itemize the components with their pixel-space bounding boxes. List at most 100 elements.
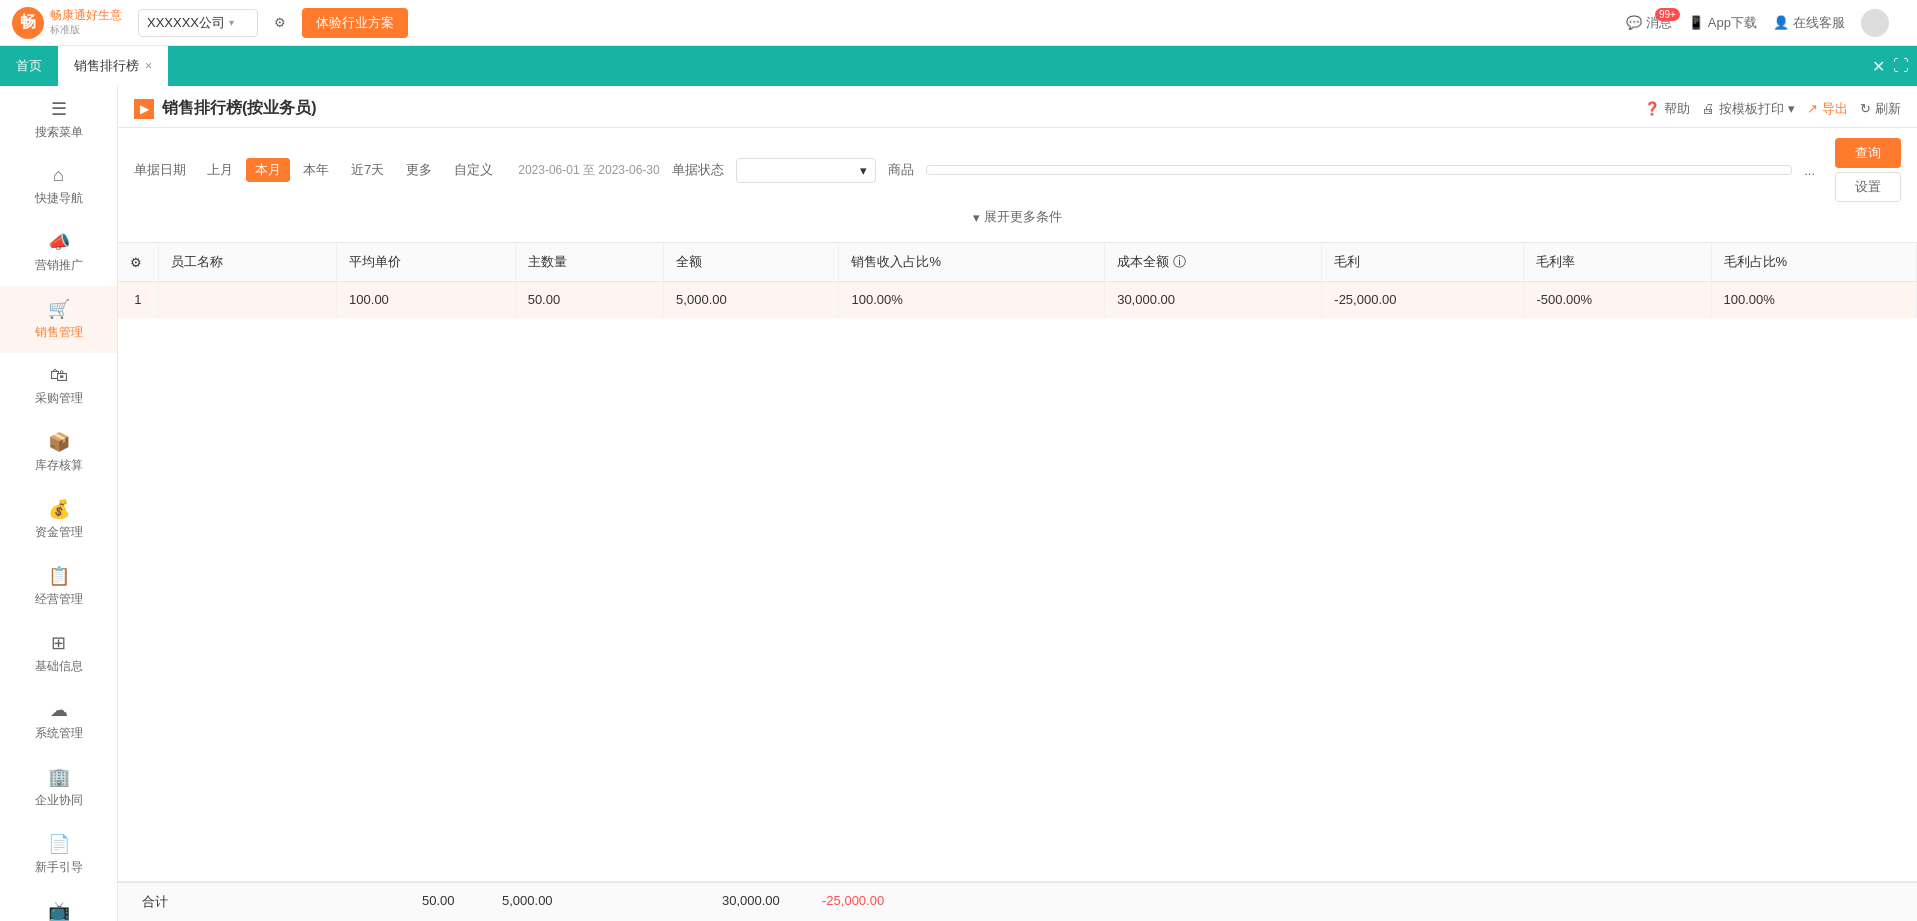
finance-icon: 💰	[48, 498, 70, 520]
th-profit: 毛利	[1322, 243, 1524, 282]
sidebar-item-guide[interactable]: 📄 新手引导	[0, 821, 117, 888]
page-actions: ❓ 帮助 🖨 按模板打印 ▾ ↗ 导出 ↻ 刷新	[1644, 100, 1901, 118]
avatar[interactable]	[1861, 9, 1889, 37]
tab-close-icon[interactable]: ×	[145, 59, 152, 73]
tab-sales-ranking[interactable]: 销售排行榜 ×	[58, 46, 168, 86]
company-select[interactable]: XXXXXX公司 ▾	[138, 9, 258, 37]
app-icon: 📱	[1688, 15, 1704, 30]
refresh-button[interactable]: ↻ 刷新	[1860, 100, 1901, 118]
page-header: ▶ 销售排行榜(按业务员) ❓ 帮助 🖨 按模板打印 ▾ ↗ 导出	[118, 86, 1917, 128]
date-btn-custom[interactable]: 自定义	[445, 158, 502, 182]
help-icon: ❓	[1644, 101, 1660, 116]
sidebar-label-search-order: 搜索菜单	[35, 124, 83, 141]
sidebar-item-quick-nav[interactable]: ⌂ 快捷导航	[0, 153, 117, 219]
footer-profit: -25,000.00	[810, 893, 910, 911]
sidebar-label-basic: 基础信息	[35, 658, 83, 675]
search-order-icon: ☰	[51, 98, 67, 120]
th-total: 全额	[664, 243, 839, 282]
td-employee-name	[158, 282, 337, 318]
message-icon: 💬	[1626, 15, 1642, 30]
nav-right: ✕ ⛶	[1872, 57, 1917, 76]
maximize-icon[interactable]: ⛶	[1893, 57, 1909, 75]
sidebar-label-finance: 资金管理	[35, 524, 83, 541]
settings-button[interactable]: 设置	[1835, 172, 1901, 202]
online-service-button[interactable]: 👤 在线客服	[1773, 14, 1845, 32]
sidebar-item-basic[interactable]: ⊞ 基础信息	[0, 620, 117, 687]
sidebar-item-finance[interactable]: 💰 资金管理	[0, 486, 117, 553]
sidebar-item-appstore[interactable]: 📺 应用中心	[0, 888, 117, 921]
date-filter-label: 单据日期	[134, 161, 186, 179]
logo-area: 畅 畅康通好生意 标准版	[12, 7, 130, 39]
sidebar: ☰ 搜索菜单 ⌂ 快捷导航 📣 营销推广 🛒 销售管理 🛍 采购管理 📦 库存核…	[0, 86, 118, 921]
app-download-button[interactable]: 📱 App下载	[1688, 14, 1757, 32]
sidebar-item-purchase[interactable]: 🛍 采购管理	[0, 353, 117, 419]
date-btn-last-month[interactable]: 上月	[198, 158, 242, 182]
print-dropdown-icon: ▾	[1788, 101, 1795, 116]
more-filter-btn[interactable]: ...	[1804, 163, 1815, 178]
print-icon: 🖨	[1702, 101, 1715, 116]
sidebar-label-system: 系统管理	[35, 725, 83, 742]
td-cost: 30,000.00	[1105, 282, 1322, 318]
td-profit: -25,000.00	[1322, 282, 1524, 318]
message-button[interactable]: 💬 消息 99+	[1626, 14, 1672, 32]
refresh-icon: ↻	[1860, 101, 1871, 116]
top-bar: 畅 畅康通好生意 标准版 XXXXXX公司 ▾ ⚙ 体验行业方案 💬 消息 99…	[0, 0, 1917, 46]
close-window-icon[interactable]: ✕	[1872, 57, 1885, 76]
sidebar-label-sales: 销售管理	[35, 324, 83, 341]
sidebar-item-system[interactable]: ☁ 系统管理	[0, 687, 117, 754]
print-button[interactable]: 🖨 按模板打印 ▾	[1702, 100, 1795, 118]
td-avg-price: 100.00	[337, 282, 516, 318]
sidebar-item-marketing[interactable]: 📣 营销推广	[0, 219, 117, 286]
expand-icon[interactable]: ▶	[134, 99, 154, 119]
home-tab-label: 首页	[16, 57, 42, 75]
main-content: ☰ 搜索菜单 ⌂ 快捷导航 📣 营销推广 🛒 销售管理 🛍 采购管理 📦 库存核…	[0, 86, 1917, 921]
app-label: App下载	[1708, 14, 1757, 32]
tab-home[interactable]: 首页	[0, 46, 58, 86]
status-select-chevron: ▾	[860, 163, 867, 178]
sidebar-item-sales[interactable]: 🛒 销售管理	[0, 286, 117, 353]
filter-bar: 单据日期 上月 本月 本年 近7天 更多 自定义 2023-06-01 至 20…	[118, 128, 1917, 243]
quick-nav-icon: ⌂	[53, 165, 64, 186]
enterprise-icon: 🏢	[48, 766, 70, 788]
sidebar-item-search-order[interactable]: ☰ 搜索菜单	[0, 86, 117, 153]
footer-sales-pct	[590, 893, 710, 911]
logo-icon: 畅	[12, 7, 44, 39]
data-table: ⚙ 员工名称 平均单价 主数量 全额 销售收入占比% 成本全额 ⓘ 毛利 毛利率…	[118, 243, 1917, 318]
sidebar-item-inventory[interactable]: 📦 库存核算	[0, 419, 117, 486]
footer-label: 合计	[130, 893, 330, 911]
expand-label: 展开更多条件	[984, 208, 1062, 226]
logo-text: 畅康通好生意	[50, 8, 122, 24]
date-btn-7days[interactable]: 近7天	[342, 158, 393, 182]
search-button[interactable]: 查询	[1835, 138, 1901, 168]
date-btn-more[interactable]: 更多	[397, 158, 441, 182]
sales-icon: 🛒	[48, 298, 70, 320]
filter-row: 单据日期 上月 本月 本年 近7天 更多 自定义 2023-06-01 至 20…	[134, 138, 1901, 202]
service-label: 在线客服	[1793, 14, 1845, 32]
trial-button[interactable]: 体验行业方案	[302, 8, 408, 38]
help-button[interactable]: ❓ 帮助	[1644, 100, 1690, 118]
date-range-display: 2023-06-01 至 2023-06-30	[518, 162, 659, 179]
td-profit-pct: 100.00%	[1711, 282, 1916, 318]
purchase-icon: 🛍	[50, 365, 68, 386]
sidebar-label-purchase: 采购管理	[35, 390, 83, 407]
settings-icon-btn[interactable]: ⚙	[266, 9, 294, 37]
operations-icon: 📋	[48, 565, 70, 587]
export-button[interactable]: ↗ 导出	[1807, 100, 1848, 118]
date-btn-this-month[interactable]: 本月	[246, 158, 290, 182]
expand-row: ▾ 展开更多条件	[134, 202, 1901, 232]
sidebar-item-operations[interactable]: 📋 经营管理	[0, 553, 117, 620]
date-btn-this-year[interactable]: 本年	[294, 158, 338, 182]
status-select[interactable]: ▾	[736, 158, 876, 183]
goods-select[interactable]	[926, 165, 1792, 175]
td-profit-rate: -500.00%	[1524, 282, 1711, 318]
th-employee-name: 员工名称	[158, 243, 337, 282]
footer-qty	[330, 893, 410, 911]
expand-conditions-button[interactable]: ▾ 展开更多条件	[973, 208, 1062, 226]
page-title: 销售排行榜(按业务员)	[162, 98, 317, 119]
system-icon: ☁	[50, 699, 68, 721]
service-icon: 👤	[1773, 15, 1789, 30]
th-settings[interactable]: ⚙	[118, 243, 158, 282]
sidebar-item-enterprise[interactable]: 🏢 企业协同	[0, 754, 117, 821]
th-profit-rate: 毛利率	[1524, 243, 1711, 282]
top-right: 💬 消息 99+ 📱 App下载 👤 在线客服	[1626, 9, 1905, 37]
